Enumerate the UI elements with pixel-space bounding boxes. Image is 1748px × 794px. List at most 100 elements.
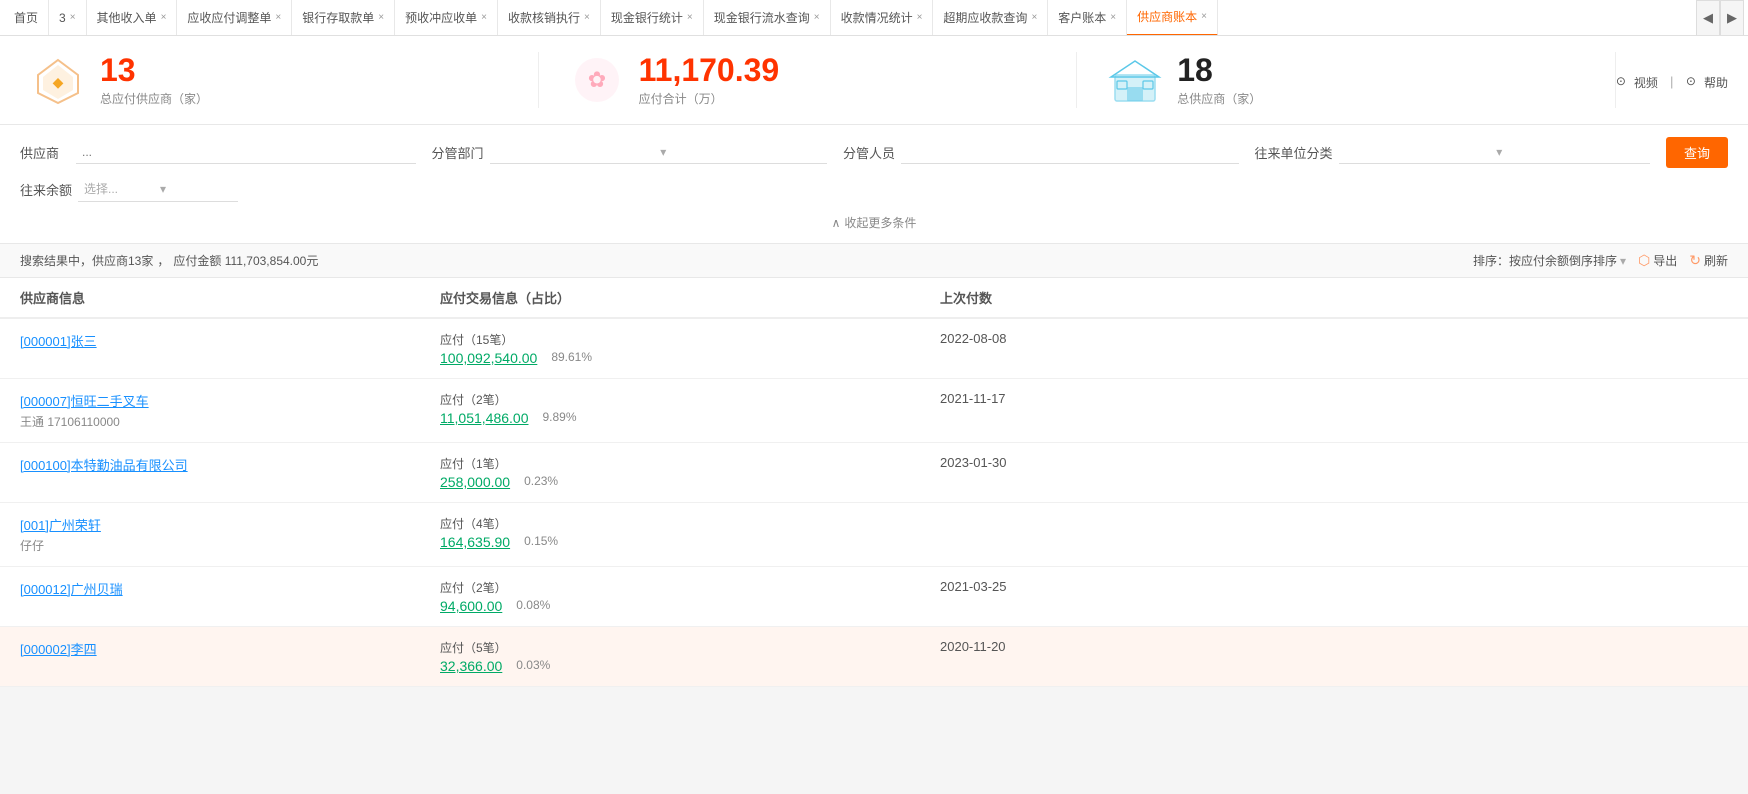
nav-tab-3[interactable]: 3 × xyxy=(49,0,87,36)
trans-amount-3[interactable]: 164,635.90 xyxy=(440,534,510,550)
supplier-input[interactable] xyxy=(76,141,416,164)
nav-tab-overdue-ar[interactable]: 超期应收款查询 × xyxy=(933,0,1048,36)
supplier-cell-4: [000012]广州贝瑞 xyxy=(20,579,440,598)
lastpay-cell-2: 2023-01-30 xyxy=(940,455,1728,470)
lastpay-date-1: 2021-11-17 xyxy=(940,391,1006,406)
sort-dropdown[interactable]: 排序：按应付余额倒序排序 ▾ xyxy=(1473,252,1626,269)
supplier-cell-3: [001]广州荣轩 仔仔 xyxy=(20,515,440,554)
nav-tab-bank-deposit[interactable]: 银行存取款单 × xyxy=(292,0,395,36)
video-icon: ⊙ xyxy=(1616,74,1626,88)
close-tab-cash-bank-flow[interactable]: × xyxy=(814,12,820,23)
supplier-sub-3: 仔仔 xyxy=(20,537,440,554)
lastpay-cell-4: 2021-03-25 xyxy=(940,579,1728,594)
close-tab-cash-bank-stat[interactable]: × xyxy=(687,12,693,23)
trans-amount-4[interactable]: 94,600.00 xyxy=(440,598,502,614)
top-nav: 首页 3 × 其他收入单 × 应收应付调整单 × 银行存取款单 × 预收冲应收单… xyxy=(0,0,1748,36)
trans-amount-0[interactable]: 100,092,540.00 xyxy=(440,350,537,366)
trans-label-3: 应付（4笔） xyxy=(440,517,507,531)
help-icon: ⊙ xyxy=(1686,74,1696,88)
balance-select[interactable]: 选择... ▾ xyxy=(78,176,238,202)
nav-tab-home[interactable]: 首页 xyxy=(4,0,49,36)
video-link[interactable]: 视频 xyxy=(1634,74,1658,91)
supplier-link-1[interactable]: [000007]恒旺二手叉车 xyxy=(20,394,149,409)
supplier-link-4[interactable]: [000012]广州贝瑞 xyxy=(20,582,123,597)
trans-label-2: 应付（1笔） xyxy=(440,457,507,471)
summary-text-payable-suppliers: 13 总应付供应商（家） xyxy=(100,53,208,107)
close-tab-other-income[interactable]: × xyxy=(161,12,167,23)
table-row: [000001]张三 应付（15笔） 100,092,540.00 89.61%… xyxy=(0,319,1748,379)
help-link[interactable]: 帮助 xyxy=(1704,74,1728,91)
nav-tab-cash-bank-flow[interactable]: 现金银行流水查询 × xyxy=(704,0,831,36)
table-row: [001]广州荣轩 仔仔 应付（4笔） 164,635.90 0.15% xyxy=(0,503,1748,567)
trans-amount-1[interactable]: 11,051,486.00 xyxy=(440,410,529,426)
table-row: [000002]李四 应付（5笔） 32,366.00 0.03% 2020-1… xyxy=(0,627,1748,687)
close-tab-prepay-ar[interactable]: × xyxy=(481,12,487,23)
summary-text-total-suppliers: 18 总供应商（家） xyxy=(1177,53,1261,107)
col-header-lastpay: 上次付数 xyxy=(940,288,1728,307)
filter-category: 往来单位分类 ▾ xyxy=(1255,141,1651,164)
trans-row-0: 100,092,540.00 89.61% xyxy=(440,348,940,366)
filter-section: 供应商 分管部门 ▾ 分管人员 往来单位分类 ▾ xyxy=(0,125,1748,244)
trans-row-4: 94,600.00 0.08% xyxy=(440,596,940,614)
diamond-icon: ◆ xyxy=(30,52,86,108)
total-suppliers-number: 18 xyxy=(1177,53,1261,88)
supplier-link-3[interactable]: [001]广州荣轩 xyxy=(20,518,101,533)
total-payable-label: 应付合计（万） xyxy=(639,90,780,107)
nav-next-arrow[interactable]: ▶ xyxy=(1720,0,1744,36)
nav-tab-receipt-stat[interactable]: 收款情况统计 × xyxy=(831,0,934,36)
dept-select[interactable]: ▾ xyxy=(490,141,827,164)
category-label: 往来单位分类 xyxy=(1255,143,1333,162)
close-tab-ar-ap-adjust[interactable]: × xyxy=(275,12,281,23)
lastpay-date-2: 2023-01-30 xyxy=(940,455,1007,470)
trans-percent-5: 0.03% xyxy=(516,658,550,672)
query-button[interactable]: 查询 xyxy=(1666,137,1728,168)
trans-label-4: 应付（2笔） xyxy=(440,581,507,595)
trans-percent-3: 0.15% xyxy=(524,534,558,548)
supplier-sub-1: 王通 17106110000 xyxy=(20,413,440,430)
supplier-link-2[interactable]: [000100]本特勤油品有限公司 xyxy=(20,458,188,473)
filter-person: 分管人员 xyxy=(843,141,1239,164)
results-amount: 应付金额 111,703,854.00元 xyxy=(173,252,318,269)
nav-arrows: ◀ ▶ xyxy=(1696,0,1744,36)
close-tab-bank-deposit[interactable]: × xyxy=(378,12,384,23)
collapse-btn[interactable]: ∧ 收起更多条件 xyxy=(822,210,927,235)
close-tab-customer-book[interactable]: × xyxy=(1110,12,1116,23)
close-tab-overdue-ar[interactable]: × xyxy=(1031,12,1037,23)
supplier-cell-5: [000002]李四 xyxy=(20,639,440,658)
nav-prev-arrow[interactable]: ◀ xyxy=(1696,0,1720,36)
trans-row-1: 11,051,486.00 9.89% xyxy=(440,408,940,426)
filter-row-2: 往来余额 选择... ▾ xyxy=(20,176,1728,202)
trans-row-3: 164,635.90 0.15% xyxy=(440,532,940,550)
table-row: [000012]广州贝瑞 应付（2笔） 94,600.00 0.08% 2021… xyxy=(0,567,1748,627)
nav-tab-other-income[interactable]: 其他收入单 × xyxy=(87,0,178,36)
trans-amount-2[interactable]: 258,000.00 xyxy=(440,474,510,490)
transaction-cell-2: 应付（1笔） 258,000.00 0.23% xyxy=(440,455,940,490)
close-tab-receipt-stat[interactable]: × xyxy=(917,12,923,23)
filter-dept: 分管部门 ▾ xyxy=(432,141,828,164)
nav-tab-supplier-book[interactable]: 供应商账本 × xyxy=(1127,0,1218,36)
collapse-arrow-icon: ∧ xyxy=(832,216,841,230)
close-tab-supplier-book[interactable]: × xyxy=(1201,11,1207,22)
export-button[interactable]: ⬡ 导出 xyxy=(1638,252,1677,269)
category-select[interactable]: ▾ xyxy=(1339,141,1650,164)
trans-amount-5[interactable]: 32,366.00 xyxy=(440,658,502,674)
trans-row-2: 258,000.00 0.23% xyxy=(440,472,940,490)
trans-label-0: 应付（15笔） xyxy=(440,333,513,347)
close-tab-3[interactable]: × xyxy=(70,12,76,23)
nav-tab-prepay-ar[interactable]: 预收冲应收单 × xyxy=(395,0,498,36)
supplier-link-5[interactable]: [000002]李四 xyxy=(20,642,97,657)
supplier-link-0[interactable]: [000001]张三 xyxy=(20,334,97,349)
nav-tab-customer-book[interactable]: 客户账本 × xyxy=(1048,0,1127,36)
nav-tab-cash-bank-stat[interactable]: 现金银行统计 × xyxy=(601,0,704,36)
trans-row-5: 32,366.00 0.03% xyxy=(440,656,940,674)
person-input[interactable] xyxy=(901,141,1238,164)
data-table: 供应商信息 应付交易信息（占比） 上次付数 [000001]张三 应付（15笔）… xyxy=(0,278,1748,687)
close-tab-receipt-verify[interactable]: × xyxy=(584,12,590,23)
refresh-button[interactable]: ↻ 刷新 xyxy=(1689,252,1728,269)
nav-tab-receipt-verify[interactable]: 收款核销执行 × xyxy=(498,0,601,36)
svg-text:◆: ◆ xyxy=(53,74,64,90)
filter-row-1: 供应商 分管部门 ▾ 分管人员 往来单位分类 ▾ xyxy=(20,137,1728,168)
col-header-transaction: 应付交易信息（占比） xyxy=(440,288,940,307)
nav-tab-ar-ap-adjust[interactable]: 应收应付调整单 × xyxy=(177,0,292,36)
person-label: 分管人员 xyxy=(843,143,895,162)
